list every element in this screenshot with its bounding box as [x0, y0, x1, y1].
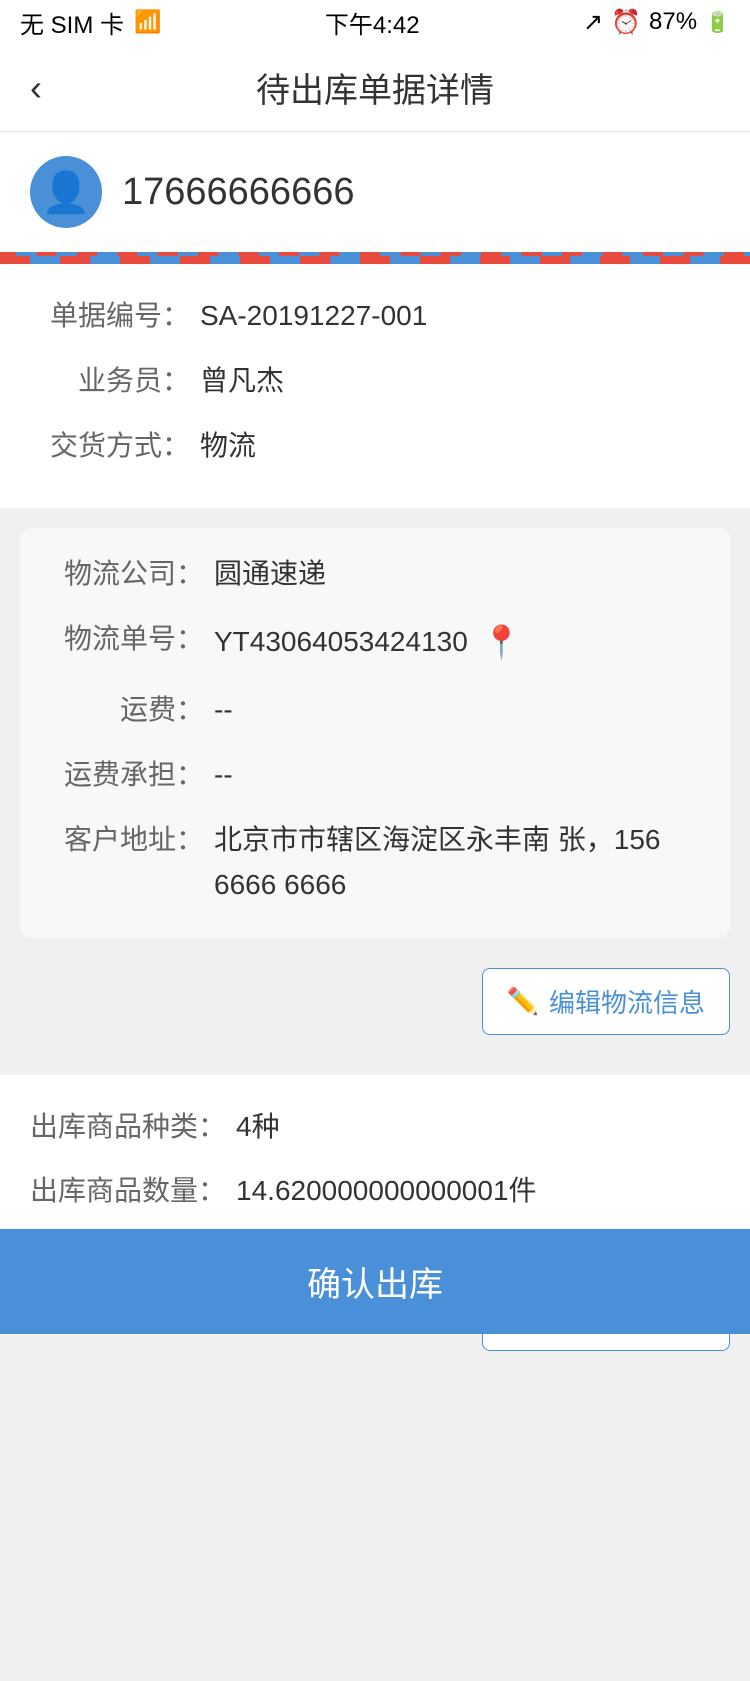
goods-section: 出库商品种类： 4种 出库商品数量： 14.620000000000001件 — [0, 1075, 750, 1255]
section-separator — [0, 1055, 750, 1075]
address-label: 客户地址： — [44, 818, 204, 863]
status-right: ↗ ⏰ 87% 🔋 — [583, 8, 730, 37]
freight-bearer-row: 运费承担： -- — [44, 753, 706, 798]
logistics-tracking-label: 物流单号： — [44, 617, 204, 662]
address-value: 北京市市辖区海淀区永丰南 张，156 6666 6666 — [204, 818, 706, 908]
edit-logistics-container: ✏️ 编辑物流信息 — [0, 958, 750, 1055]
map-pin-icon[interactable]: 📍 — [482, 617, 522, 668]
freight-value: -- — [204, 688, 706, 733]
dashed-divider — [0, 256, 750, 264]
logistics-card: 物流公司： 圆通速递 物流单号： YT43064053424130 📍 运费： … — [20, 528, 730, 937]
carrier-text: 无 SIM 卡 — [20, 5, 124, 40]
delivery-method-label: 交货方式： — [30, 424, 190, 469]
confirm-button[interactable]: 确认出库 — [0, 1229, 750, 1334]
nav-bar: ‹ 待出库单据详情 — [0, 44, 750, 132]
alarm-icon: ⏰ — [611, 8, 641, 37]
freight-bearer-label: 运费承担： — [44, 753, 204, 798]
goods-quantity-label: 出库商品数量： — [30, 1169, 226, 1214]
confirm-button-label: 确认出库 — [307, 1266, 443, 1304]
freight-row: 运费： -- — [44, 688, 706, 733]
logistics-tracking-row: 物流单号： YT43064053424130 📍 — [44, 617, 706, 668]
order-number-row: 单据编号： SA-20191227-001 — [30, 294, 720, 339]
goods-quantity-row: 出库商品数量： 14.620000000000001件 — [30, 1169, 720, 1214]
status-time: 下午4:42 — [325, 5, 420, 40]
edit-logistics-label: 编辑物流信息 — [549, 983, 705, 1020]
status-left: 无 SIM 卡 📶 — [20, 5, 161, 40]
goods-type-label: 出库商品种类： — [30, 1105, 226, 1150]
delivery-method-row: 交货方式： 物流 — [30, 424, 720, 469]
avatar: 👤 — [30, 156, 102, 228]
battery-icon: 🔋 — [705, 10, 730, 35]
wifi-icon: 📶 — [134, 9, 161, 35]
user-icon: 👤 — [41, 169, 91, 216]
customer-phone: 17666666666 — [122, 171, 354, 214]
battery-text: 87% — [649, 8, 697, 36]
address-row: 客户地址： 北京市市辖区海淀区永丰南 张，156 6666 6666 — [44, 818, 706, 908]
logistics-tracking-number: YT43064053424130 — [214, 620, 468, 665]
order-number-value: SA-20191227-001 — [190, 294, 720, 339]
customer-header: 👤 17666666666 — [0, 132, 750, 256]
goods-quantity-value: 14.620000000000001件 — [226, 1169, 720, 1214]
bottom-space — [0, 1371, 750, 1571]
location-icon: ↗ — [583, 8, 603, 37]
goods-type-row: 出库商品种类： 4种 — [30, 1105, 720, 1150]
back-button[interactable]: ‹ — [30, 70, 42, 106]
logistics-company-value: 圆通速递 — [204, 552, 706, 597]
logistics-tracking-value-container: YT43064053424130 📍 — [204, 617, 706, 668]
delivery-method-value: 物流 — [190, 424, 720, 469]
page-title: 待出库单据详情 — [256, 63, 494, 112]
salesman-row: 业务员： 曾凡杰 — [30, 359, 720, 404]
edit-logistics-button[interactable]: ✏️ 编辑物流信息 — [482, 968, 730, 1035]
status-bar: 无 SIM 卡 📶 下午4:42 ↗ ⏰ 87% 🔋 — [0, 0, 750, 44]
salesman-value: 曾凡杰 — [190, 359, 720, 404]
freight-bearer-value: -- — [204, 753, 706, 798]
logistics-company-label: 物流公司： — [44, 552, 204, 597]
logistics-company-row: 物流公司： 圆通速递 — [44, 552, 706, 597]
goods-type-value: 4种 — [226, 1105, 720, 1150]
salesman-label: 业务员： — [30, 359, 190, 404]
order-number-label: 单据编号： — [30, 294, 190, 339]
edit-icon: ✏️ — [507, 986, 539, 1017]
freight-label: 运费： — [44, 688, 204, 733]
order-info-section: 单据编号： SA-20191227-001 业务员： 曾凡杰 交货方式： 物流 — [0, 264, 750, 508]
